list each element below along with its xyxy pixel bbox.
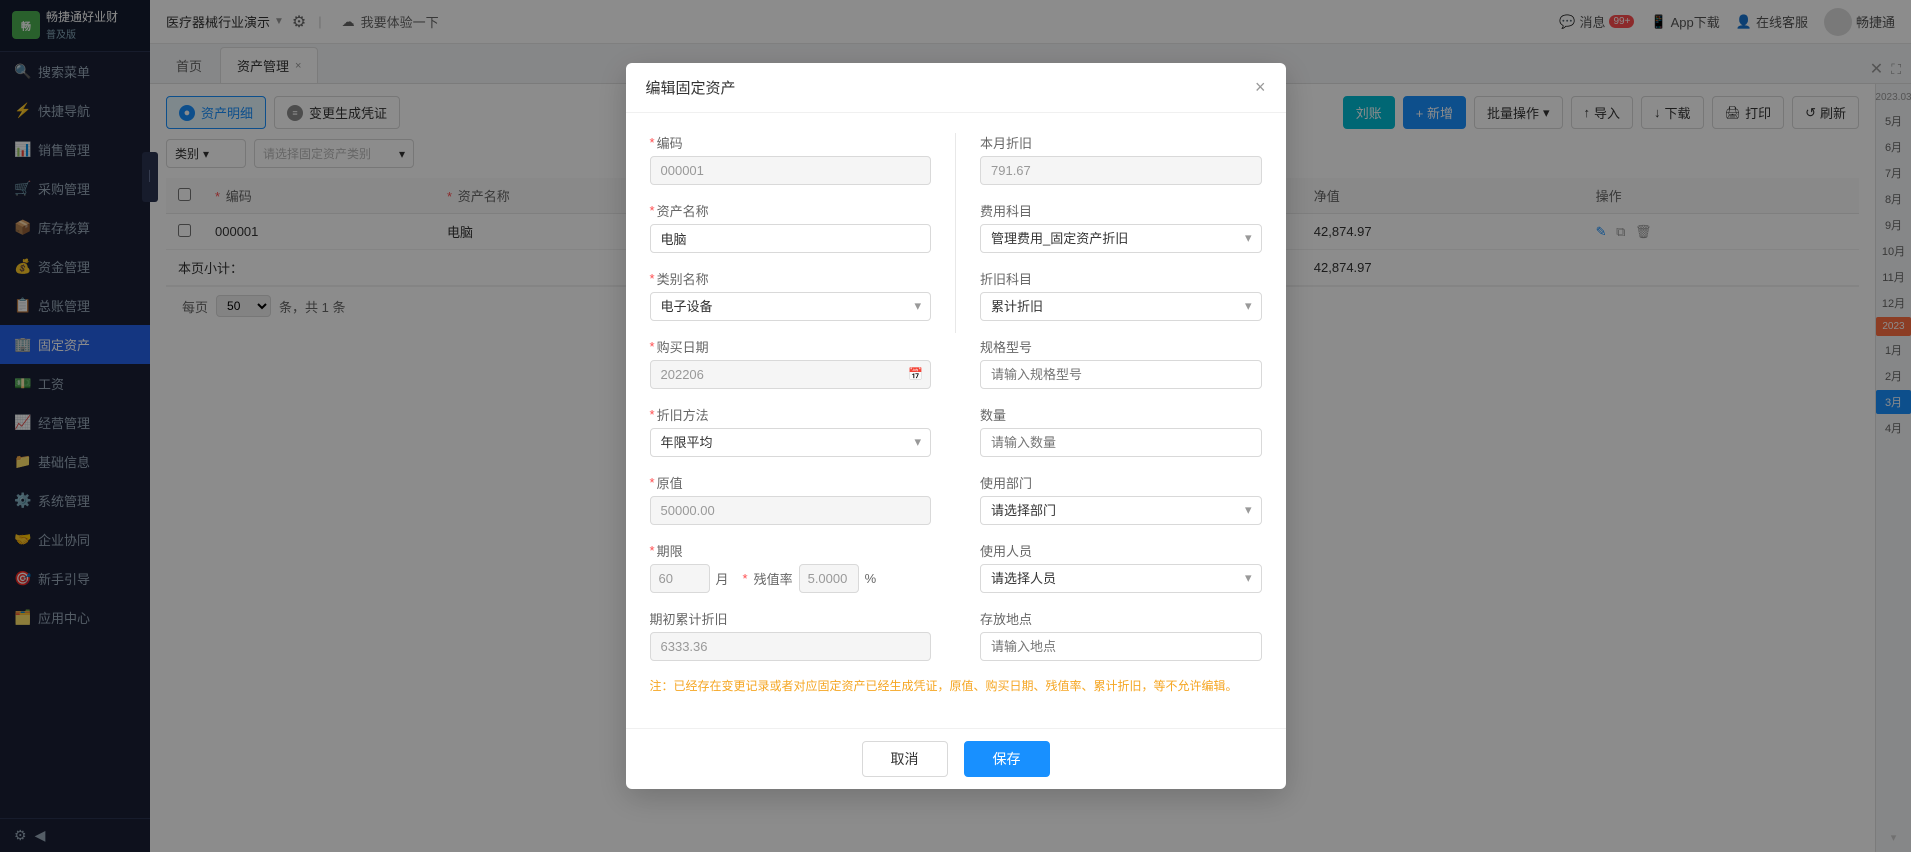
location-input[interactable] bbox=[980, 632, 1262, 661]
purchase-date-label: * 购买日期 bbox=[650, 337, 932, 356]
depreciation-method-field: * 折旧方法 年限平均 bbox=[650, 405, 932, 457]
save-button[interactable]: 保存 bbox=[964, 741, 1050, 777]
depreciation-method-row: * 折旧方法 年限平均 bbox=[650, 405, 932, 457]
department-select-wrap: 请选择部门 bbox=[980, 496, 1262, 525]
quantity-field: 数量 bbox=[980, 405, 1262, 457]
person-select-wrap: 请选择人员 bbox=[980, 564, 1262, 593]
dep-subject-row: 折旧科目 累计折旧 bbox=[980, 269, 1262, 321]
modal-header: 编辑固定资产 × bbox=[626, 63, 1286, 113]
dep-subject-label: 折旧科目 bbox=[980, 269, 1262, 288]
modal-close-icon[interactable]: × bbox=[1255, 77, 1266, 98]
quantity-row: 数量 bbox=[980, 405, 1262, 457]
original-value-label: * 原值 bbox=[650, 473, 932, 492]
depreciation-method-select-wrap: 年限平均 bbox=[650, 428, 932, 457]
purchase-date-input[interactable] bbox=[650, 360, 932, 389]
spec-label: 规格型号 bbox=[980, 337, 1262, 356]
category-select[interactable]: 电子设备 bbox=[650, 292, 932, 321]
edit-asset-modal: 编辑固定资产 × * 编码 bbox=[626, 63, 1286, 789]
expense-subject-select[interactable]: 管理费用_固定资产折旧 bbox=[980, 224, 1262, 253]
monthly-dep-label: 本月折旧 bbox=[980, 133, 1262, 152]
residual-rate-unit: % bbox=[865, 571, 877, 586]
period-field: * 期限 月 * 残值率 % bbox=[650, 541, 932, 593]
dep-subject-select-wrap: 累计折旧 bbox=[980, 292, 1262, 321]
expense-subject-label: 费用科目 bbox=[980, 201, 1262, 220]
dep-subject-field: 折旧科目 累计折旧 bbox=[980, 269, 1262, 321]
modal-note: 注：已经存在变更记录或者对应固定资产已经生成凭证，原值、购买日期、残值率、累计折… bbox=[650, 677, 1262, 708]
code-row: * 编码 bbox=[650, 133, 932, 185]
expense-subject-row: 费用科目 管理费用_固定资产折旧 bbox=[980, 201, 1262, 253]
accumulated-row: 期初累计折旧 bbox=[650, 609, 932, 661]
category-label: * 类别名称 bbox=[650, 269, 932, 288]
residual-rate-input[interactable] bbox=[799, 564, 859, 593]
purchase-date-wrap bbox=[650, 360, 932, 389]
category-row: * 类别名称 电子设备 bbox=[650, 269, 932, 321]
modal-footer: 取消 保存 bbox=[626, 728, 1286, 789]
code-input[interactable] bbox=[650, 156, 932, 185]
purchase-date-field: * 购买日期 bbox=[650, 337, 932, 389]
person-field: 使用人员 请选择人员 bbox=[980, 541, 1262, 593]
department-field: 使用部门 请选择部门 bbox=[980, 473, 1262, 525]
accumulated-field: 期初累计折旧 bbox=[650, 609, 932, 661]
spec-row: 规格型号 bbox=[980, 337, 1262, 389]
location-label: 存放地点 bbox=[980, 609, 1262, 628]
cancel-button[interactable]: 取消 bbox=[862, 741, 948, 777]
monthly-dep-input bbox=[980, 156, 1262, 185]
expense-subject-field: 费用科目 管理费用_固定资产折旧 bbox=[980, 201, 1262, 253]
department-label: 使用部门 bbox=[980, 473, 1262, 492]
modal-left-col: * 编码 * 资产名称 bbox=[650, 133, 932, 677]
name-label: * 资产名称 bbox=[650, 201, 932, 220]
location-row: 存放地点 bbox=[980, 609, 1262, 661]
department-select[interactable]: 请选择部门 bbox=[980, 496, 1262, 525]
monthly-dep-row: 本月折旧 bbox=[980, 133, 1262, 185]
accumulated-label: 期初累计折旧 bbox=[650, 609, 932, 628]
period-unit: 月 bbox=[716, 569, 729, 588]
name-field: * 资产名称 bbox=[650, 201, 932, 253]
period-input[interactable] bbox=[650, 564, 710, 593]
department-row: 使用部门 请选择部门 bbox=[980, 473, 1262, 525]
spec-input[interactable] bbox=[980, 360, 1262, 389]
quantity-label: 数量 bbox=[980, 405, 1262, 424]
depreciation-method-select[interactable]: 年限平均 bbox=[650, 428, 932, 457]
code-field: * 编码 bbox=[650, 133, 932, 185]
category-field: * 类别名称 电子设备 bbox=[650, 269, 932, 321]
person-row: 使用人员 请选择人员 bbox=[980, 541, 1262, 593]
modal-right-col: 本月折旧 费用科目 管理费用_ bbox=[980, 133, 1262, 677]
code-label: * 编码 bbox=[650, 133, 932, 152]
period-inline: 月 * 残值率 % bbox=[650, 564, 932, 593]
person-label: 使用人员 bbox=[980, 541, 1262, 560]
modal-columns: * 编码 * 资产名称 bbox=[650, 133, 1262, 677]
dep-subject-select[interactable]: 累计折旧 bbox=[980, 292, 1262, 321]
depreciation-method-label: * 折旧方法 bbox=[650, 405, 932, 424]
original-value-row: * 原值 bbox=[650, 473, 932, 525]
modal-overlay: 编辑固定资产 × * 编码 bbox=[0, 0, 1911, 852]
expense-subject-select-wrap: 管理费用_固定资产折旧 bbox=[980, 224, 1262, 253]
monthly-dep-field: 本月折旧 bbox=[980, 133, 1262, 185]
original-value-input[interactable] bbox=[650, 496, 932, 525]
spec-field: 规格型号 bbox=[980, 337, 1262, 389]
name-input[interactable] bbox=[650, 224, 932, 253]
residual-rate-label: 残值率 bbox=[754, 569, 793, 588]
purchase-date-row: * 购买日期 bbox=[650, 337, 932, 389]
modal-title: 编辑固定资产 bbox=[646, 77, 736, 98]
name-row: * 资产名称 bbox=[650, 201, 932, 253]
period-label: * 期限 bbox=[650, 541, 932, 560]
category-select-wrap: 电子设备 bbox=[650, 292, 932, 321]
modal-body: * 编码 * 资产名称 bbox=[626, 113, 1286, 728]
accumulated-input[interactable] bbox=[650, 632, 932, 661]
original-value-field: * 原值 bbox=[650, 473, 932, 525]
modal-divider bbox=[955, 133, 956, 333]
period-row: * 期限 月 * 残值率 % bbox=[650, 541, 932, 593]
location-field: 存放地点 bbox=[980, 609, 1262, 661]
quantity-input[interactable] bbox=[980, 428, 1262, 457]
person-select[interactable]: 请选择人员 bbox=[980, 564, 1262, 593]
